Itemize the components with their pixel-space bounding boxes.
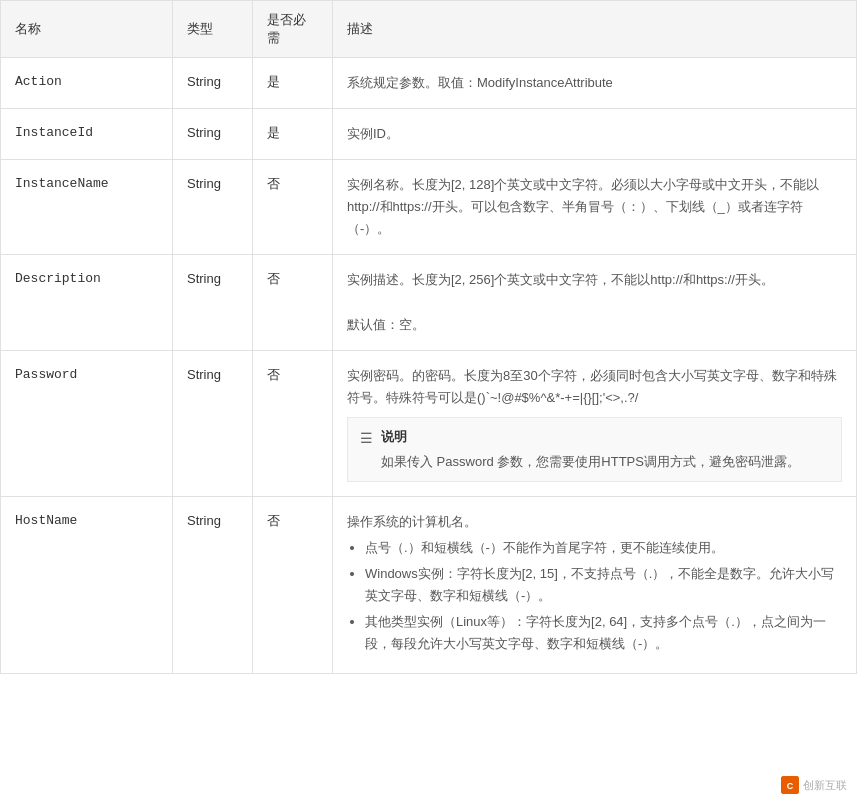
cell-name: Description xyxy=(1,255,173,350)
cell-name: Password xyxy=(1,350,173,496)
cell-description: 实例密码。的密码。长度为8至30个字符，必须同时包含大小写英文字母、数字和特殊符… xyxy=(333,350,857,496)
table-row: HostNameString否操作系统的计算机名。点号（.）和短横线（-）不能作… xyxy=(1,496,857,674)
table-row: InstanceIdString是实例ID。 xyxy=(1,109,857,160)
cell-name: InstanceName xyxy=(1,160,173,255)
cell-required: 否 xyxy=(253,255,333,350)
description-bullet-list: 点号（.）和短横线（-）不能作为首尾字符，更不能连续使用。 Windows实例：字… xyxy=(347,537,842,655)
description-line: 实例描述。长度为[2, 256]个英文或中文字符，不能以http://和http… xyxy=(347,269,842,291)
cell-name: HostName xyxy=(1,496,173,674)
table-header-row: 名称 类型 是否必需 描述 xyxy=(1,1,857,58)
note-content: 如果传入 Password 参数，您需要使用HTTPS调用方式，避免密码泄露。 xyxy=(381,452,800,473)
cell-description: 实例描述。长度为[2, 256]个英文或中文字符，不能以http://和http… xyxy=(333,255,857,350)
header-name: 名称 xyxy=(1,1,173,58)
cell-required: 否 xyxy=(253,350,333,496)
note-box: ☰ 说明如果传入 Password 参数，您需要使用HTTPS调用方式，避免密码泄… xyxy=(347,417,842,482)
cell-type: String xyxy=(173,109,253,160)
cell-required: 否 xyxy=(253,496,333,674)
cell-type: String xyxy=(173,350,253,496)
description-line: 默认值：空。 xyxy=(347,314,842,336)
cell-required: 否 xyxy=(253,160,333,255)
cell-description: 操作系统的计算机名。点号（.）和短横线（-）不能作为首尾字符，更不能连续使用。 W… xyxy=(333,496,857,674)
description-main: 实例密码。的密码。长度为8至30个字符，必须同时包含大小写英文字母、数字和特殊符… xyxy=(347,365,842,409)
cell-type: String xyxy=(173,496,253,674)
api-params-table: 名称 类型 是否必需 描述 ActionString是系统规定参数。取值：Mod… xyxy=(0,0,857,674)
header-type: 类型 xyxy=(173,1,253,58)
cell-description: 实例名称。长度为[2, 128]个英文或中文字符。必须以大小字母或中文开头，不能… xyxy=(333,160,857,255)
table-row: ActionString是系统规定参数。取值：ModifyInstanceAtt… xyxy=(1,58,857,109)
cell-description: 实例ID。 xyxy=(333,109,857,160)
cell-type: String xyxy=(173,160,253,255)
description-intro: 操作系统的计算机名。 xyxy=(347,511,842,533)
bullet-item: 点号（.）和短横线（-）不能作为首尾字符，更不能连续使用。 xyxy=(365,537,842,559)
cell-description: 系统规定参数。取值：ModifyInstanceAttribute xyxy=(333,58,857,109)
cell-name: InstanceId xyxy=(1,109,173,160)
header-description: 描述 xyxy=(333,1,857,58)
cell-type: String xyxy=(173,58,253,109)
note-title: 说明 xyxy=(381,426,800,448)
header-required: 是否必需 xyxy=(253,1,333,58)
cell-type: String xyxy=(173,255,253,350)
note-icon: ☰ xyxy=(360,427,373,451)
bullet-item: Windows实例：字符长度为[2, 15]，不支持点号（.），不能全是数字。允… xyxy=(365,563,842,607)
cell-name: Action xyxy=(1,58,173,109)
note-text-container: 说明如果传入 Password 参数，您需要使用HTTPS调用方式，避免密码泄露… xyxy=(381,426,800,473)
table-row: DescriptionString否实例描述。长度为[2, 256]个英文或中文… xyxy=(1,255,857,350)
cell-required: 是 xyxy=(253,109,333,160)
table-row: InstanceNameString否实例名称。长度为[2, 128]个英文或中… xyxy=(1,160,857,255)
cell-required: 是 xyxy=(253,58,333,109)
table-row: PasswordString否实例密码。的密码。长度为8至30个字符，必须同时包… xyxy=(1,350,857,496)
bullet-item: 其他类型实例（Linux等）：字符长度为[2, 64]，支持多个点号（.），点之… xyxy=(365,611,842,655)
